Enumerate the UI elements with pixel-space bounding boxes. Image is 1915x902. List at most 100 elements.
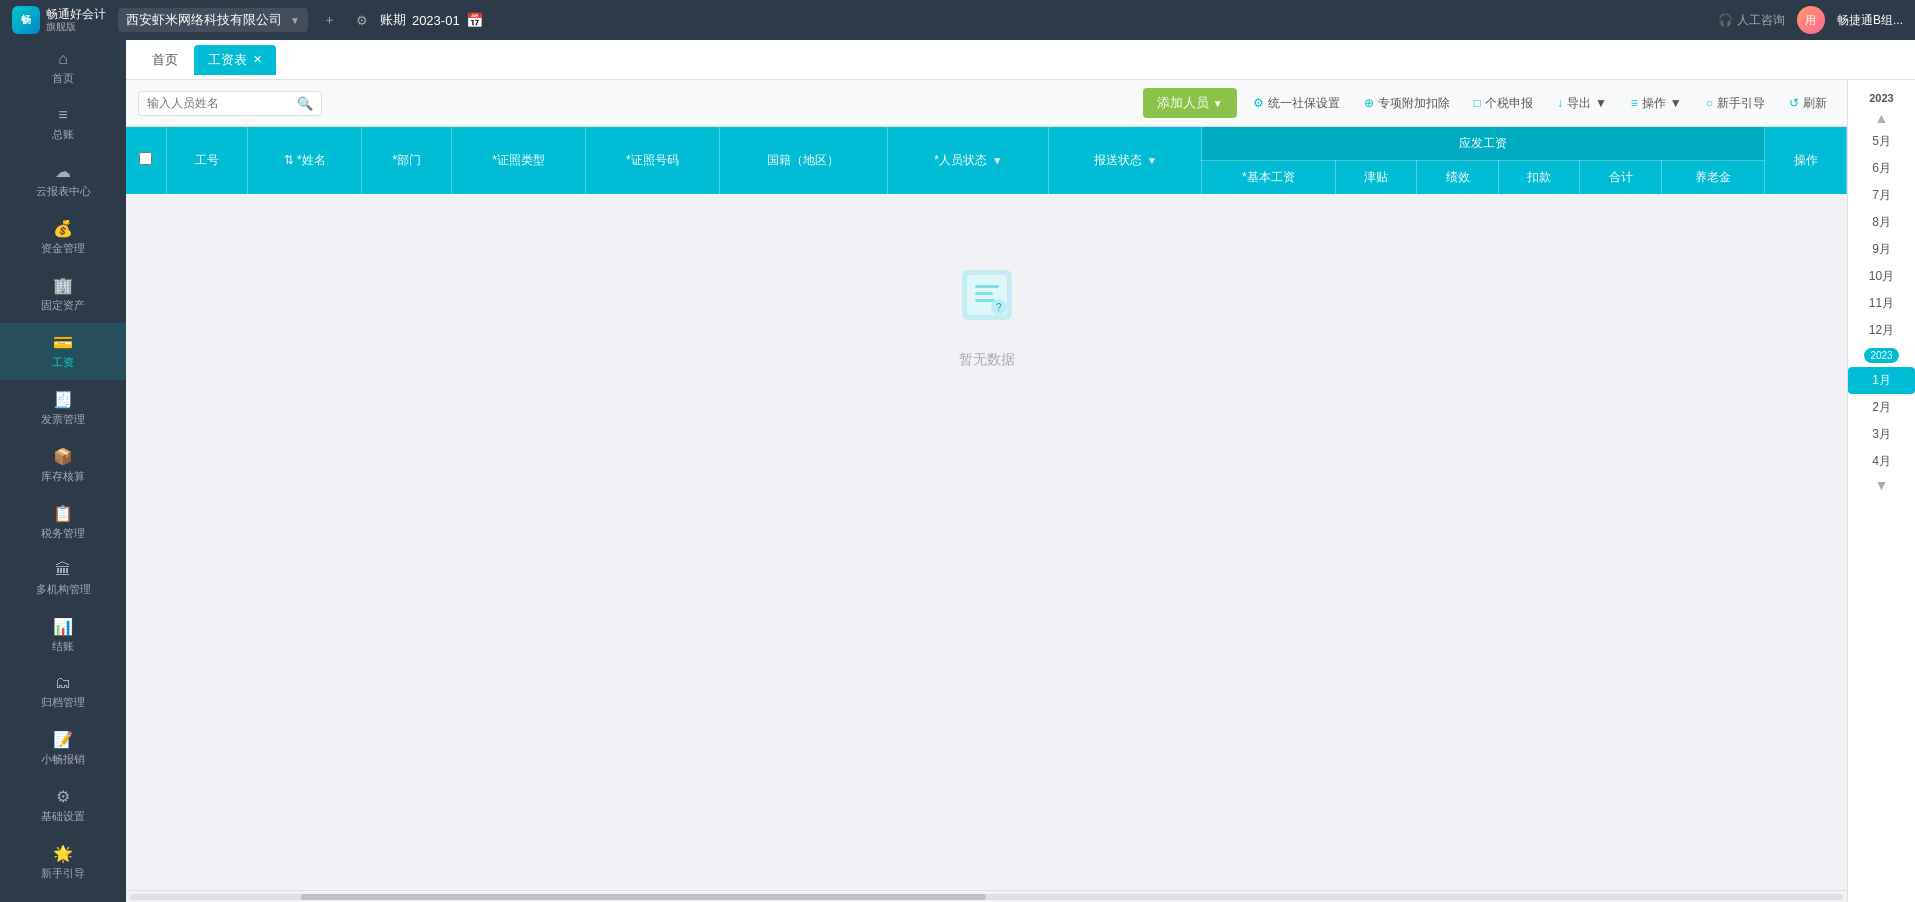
cal-month-7[interactable]: 7月 [1848, 182, 1915, 209]
empty-text: 暂无数据 [959, 351, 1015, 369]
sidebar-item-tax[interactable]: 📋 税务管理 [0, 494, 126, 551]
th-allowance: 津贴 [1335, 161, 1417, 195]
cal-month-6[interactable]: 6月 [1848, 155, 1915, 182]
sidebar-item-home[interactable]: ⌂ 首页 [0, 40, 126, 96]
inventory-icon: 📦 [53, 447, 73, 466]
cal-month-11[interactable]: 11月 [1848, 290, 1915, 317]
operation-btn[interactable]: ≡ 操作 ▼ [1623, 91, 1690, 116]
cal-month-12[interactable]: 12月 [1848, 317, 1915, 344]
sidebar-item-invoice[interactable]: 🧾 发票管理 [0, 380, 126, 437]
cal-month-9[interactable]: 9月 [1848, 236, 1915, 263]
sidebar-item-assets[interactable]: 🏢 固定资产 [0, 266, 126, 323]
cal-year-badge: 2023 [1864, 348, 1898, 363]
export-btn[interactable]: ↓ 导出 ▼ [1549, 91, 1615, 116]
status-filter-icon[interactable]: ▼ [992, 155, 1002, 166]
sidebar-item-vip[interactable]: V 畅会员 [0, 891, 126, 902]
close-icon: 📊 [53, 617, 73, 636]
sidebar-item-cloud-report[interactable]: ☁ 云报表中心 [0, 152, 126, 209]
special-deduction-btn[interactable]: ⊕ 专项附加扣除 [1356, 91, 1458, 116]
th-report-status: 报送状态 ▼ [1049, 127, 1202, 194]
cal-month-10[interactable]: 10月 [1848, 263, 1915, 290]
guide-btn[interactable]: ○ 新手引导 [1698, 91, 1773, 116]
add-company-btn[interactable]: ＋ [316, 6, 344, 34]
add-dropdown-arrow: ▼ [1213, 98, 1223, 109]
tax-icon: 📋 [53, 504, 73, 523]
checkbox-header[interactable] [126, 127, 166, 194]
th-base-salary: *基本工资 [1202, 161, 1336, 195]
logo-icon: 畅 [12, 6, 40, 34]
sidebar-item-multi-org[interactable]: 🏛 多机构管理 [0, 551, 126, 607]
invoice-icon: 🧾 [53, 390, 73, 409]
th-id: 工号 [166, 127, 248, 194]
deduction-icon: ⊕ [1364, 96, 1374, 110]
select-all-checkbox[interactable] [139, 152, 152, 165]
company-dropdown-arrow: ▼ [290, 15, 300, 26]
scroll-track [130, 894, 1843, 900]
cal-up-nav[interactable]: ▲ [1873, 108, 1891, 128]
tab-home[interactable]: 首页 [138, 45, 192, 75]
th-nationality: 国籍（地区） [719, 127, 888, 194]
sidebar-item-salary[interactable]: 💳 工资 [0, 323, 126, 380]
report-filter-icon[interactable]: ▼ [1147, 155, 1157, 166]
sidebar-item-basic-settings[interactable]: ⚙ 基础设置 [0, 777, 126, 834]
cal-year-header: 2023 [1869, 88, 1893, 108]
th-payable-group: 应发工资 [1202, 127, 1765, 161]
empty-state: ? 暂无数据 [126, 195, 1847, 429]
cal-month-2[interactable]: 2月 [1848, 394, 1915, 421]
service-btn[interactable]: 🎧 人工咨询 [1718, 12, 1785, 29]
tab-salary-table[interactable]: 工资表 ✕ [194, 45, 276, 75]
table-container: 工号 ⇅ *姓名 *部门 *证照类型 *证照号码 国籍（地区） *人员状态 ▼ [126, 127, 1847, 890]
empty-icon: ? [947, 255, 1027, 335]
th-total: 合计 [1580, 161, 1662, 195]
cal-month-8[interactable]: 8月 [1848, 209, 1915, 236]
ledger-icon: ≡ [58, 106, 67, 124]
th-pension: 养老金 [1661, 161, 1764, 195]
logo-text: 畅通好会计 旗舰版 [46, 7, 106, 33]
tax-filing-btn[interactable]: □ 个税申报 [1466, 91, 1541, 116]
period-calendar-btn[interactable]: 📅 [466, 12, 483, 28]
svg-rect-3 [975, 292, 993, 295]
cal-month-4[interactable]: 4月 [1848, 448, 1915, 475]
company-selector[interactable]: 西安虾米网络科技有限公司 ▼ [118, 8, 308, 32]
cal-month-5[interactable]: 5月 [1848, 128, 1915, 155]
bottom-scrollbar[interactable] [126, 890, 1847, 902]
sidebar-item-archive[interactable]: 🗂 归档管理 [0, 664, 126, 720]
th-id-num: *证照号码 [585, 127, 719, 194]
content-area: 首页 工资表 ✕ 🔍 [126, 40, 1915, 902]
add-person-btn[interactable]: 添加人员 ▼ [1143, 88, 1237, 118]
headset-icon: 🎧 [1718, 13, 1733, 27]
toolbar: 🔍 添加人员 ▼ ⚙ 统一社保设置 [126, 80, 1847, 127]
scroll-thumb[interactable] [301, 894, 986, 900]
operation-dropdown-arrow: ▼ [1670, 96, 1682, 110]
top-bar-right: 🎧 人工咨询 用 畅捷通B组... [1718, 6, 1903, 34]
sort-icon: ⇅ [284, 153, 294, 167]
cal-down-nav[interactable]: ▼ [1873, 475, 1891, 495]
cal-month-3[interactable]: 3月 [1848, 421, 1915, 448]
refresh-btn[interactable]: ↺ 刷新 [1781, 91, 1835, 116]
settings-btn[interactable]: ⚙ [348, 6, 376, 34]
page-content: 🔍 添加人员 ▼ ⚙ 统一社保设置 [126, 80, 1847, 902]
user-name[interactable]: 畅捷通B组... [1837, 12, 1903, 29]
sidebar-item-guide[interactable]: 🌟 新手引导 [0, 834, 126, 891]
assets-icon: 🏢 [53, 276, 73, 295]
toolbar-right: 添加人员 ▼ ⚙ 统一社保设置 ⊕ 专项附加扣除 [1143, 88, 1835, 118]
sidebar-item-ledger[interactable]: ≡ 总账 [0, 96, 126, 152]
th-performance: 绩效 [1417, 161, 1499, 195]
th-deduction: 扣款 [1498, 161, 1580, 195]
guide-icon: 🌟 [53, 844, 73, 863]
operation-icon: ≡ [1631, 96, 1638, 110]
sidebar-item-inventory[interactable]: 📦 库存核算 [0, 437, 126, 494]
sidebar-item-funds[interactable]: 💰 资金管理 [0, 209, 126, 266]
svg-rect-2 [975, 285, 999, 288]
logo: 畅 畅通好会计 旗舰版 [12, 6, 106, 34]
cal-month-1[interactable]: 1月 [1848, 367, 1915, 394]
social-insurance-btn[interactable]: ⚙ 统一社保设置 [1245, 91, 1348, 116]
sidebar-item-expense[interactable]: 📝 小畅报销 [0, 720, 126, 777]
search-input[interactable] [147, 96, 297, 110]
close-tab-icon[interactable]: ✕ [253, 53, 262, 66]
svg-text:?: ? [996, 302, 1002, 313]
tab-bar: 首页 工资表 ✕ [126, 40, 1915, 80]
cloud-icon: ☁ [55, 162, 71, 181]
refresh-icon: ↺ [1789, 96, 1799, 110]
sidebar-item-close[interactable]: 📊 结账 [0, 607, 126, 664]
